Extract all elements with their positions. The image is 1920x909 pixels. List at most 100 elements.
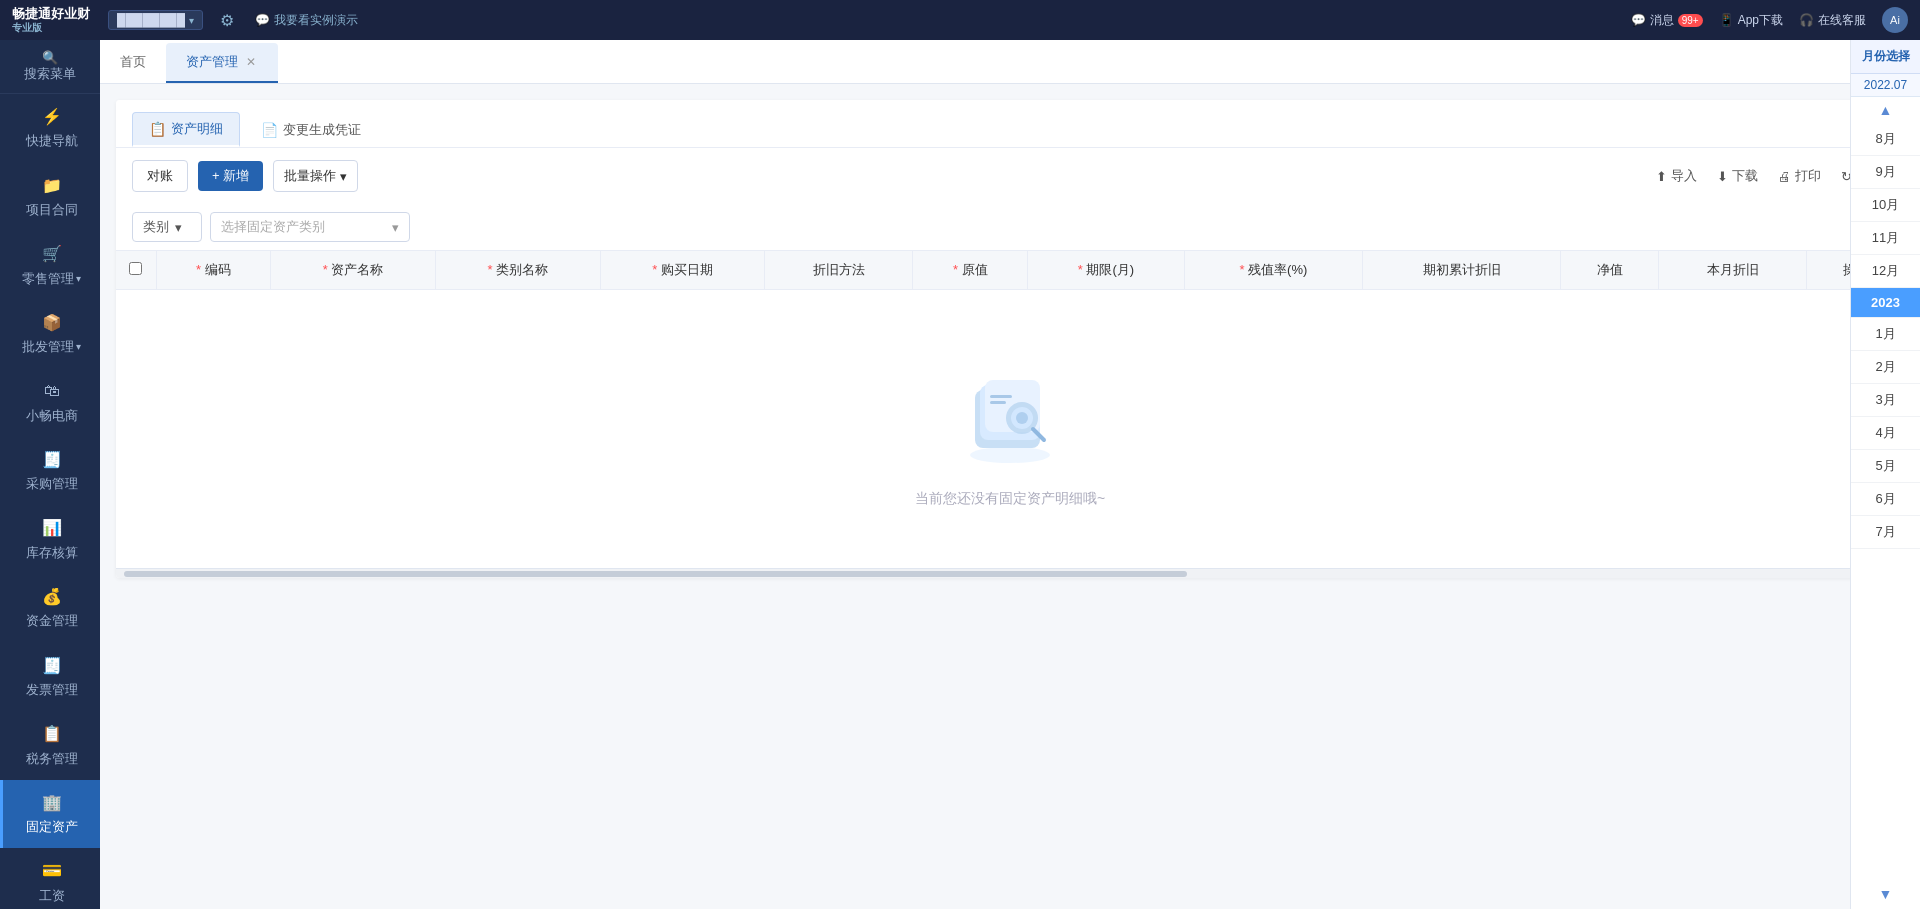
print-button[interactable]: 🖨 打印 <box>1772 163 1827 189</box>
app-logo: 畅捷通好业财 专业版 <box>12 6 90 34</box>
quick-nav-label: 快捷导航 <box>26 132 78 150</box>
main-layout: 🔍 搜索菜单 ⚡ 快捷导航 📁 项目合同 🛒 零售管理 ▾ 📦 批发管理 ▾ <box>0 40 1920 909</box>
month-item-10[interactable]: 10月 <box>1851 189 1920 222</box>
month-item-2023-1[interactable]: 1月 <box>1851 318 1920 351</box>
th-period: 期限(月) <box>1028 251 1184 290</box>
sidebar-item-assets[interactable]: 🏢 固定资产 <box>0 780 100 849</box>
sidebar-item-finance[interactable]: 💰 资金管理 <box>0 574 100 643</box>
invoice-icon: 🧾 <box>42 655 62 677</box>
tab-assets-label: 资产管理 <box>186 53 238 71</box>
category-input[interactable]: 选择固定资产类别 ▾ <box>210 212 410 242</box>
month-nav-up[interactable]: ▲ <box>1851 97 1920 123</box>
detail-tab-icon: 📋 <box>149 121 166 137</box>
empty-state: 当前您还没有固定资产明细哦~ <box>116 290 1904 568</box>
tab-assets-management[interactable]: 资产管理 ✕ <box>166 43 278 83</box>
th-monthly-depreciation: 本月折旧 <box>1659 251 1807 290</box>
month-item-12[interactable]: 12月 <box>1851 255 1920 288</box>
scrollbar-thumb[interactable] <box>124 571 1187 577</box>
app-download-icon: 📱 <box>1719 13 1734 27</box>
month-down-button[interactable]: ▼ <box>1851 883 1920 905</box>
select-all-th <box>116 251 156 290</box>
sidebar-item-tax[interactable]: 📋 税务管理 <box>0 711 100 780</box>
app-download-label: App下载 <box>1738 12 1783 29</box>
download-icon: ⬇ <box>1717 169 1728 184</box>
user-avatar[interactable]: Ai <box>1882 7 1908 33</box>
import-button[interactable]: ⬆ 导入 <box>1650 163 1703 189</box>
tax-icon: 📋 <box>42 723 62 745</box>
sidebar-item-label-invoice: 发票管理 <box>26 681 78 699</box>
svg-point-0 <box>970 447 1050 463</box>
app-download-button[interactable]: 📱 App下载 <box>1719 12 1783 29</box>
sidebar-item-label-ecommerce: 小畅电商 <box>26 407 78 425</box>
sidebar-item-quick-nav[interactable]: ⚡ 快捷导航 <box>0 94 100 163</box>
month-item-2023-4[interactable]: 4月 <box>1851 417 1920 450</box>
sub-tab-detail-label: 资产明细 <box>171 120 223 138</box>
sidebar-item-invoice[interactable]: 🧾 发票管理 <box>0 643 100 712</box>
messages-label: 消息 <box>1650 12 1674 29</box>
sidebar-item-label-tax: 税务管理 <box>26 750 78 768</box>
th-purchase-date: 购买日期 <box>600 251 765 290</box>
app-edition: 专业版 <box>12 22 90 34</box>
company-selector[interactable]: ████████ ▾ <box>108 10 203 30</box>
sidebar-item-salary[interactable]: 💳 工资 <box>0 848 100 909</box>
month-item-2023-7[interactable]: 7月 <box>1851 516 1920 549</box>
selected-year-display: 2022.07 <box>1864 78 1907 92</box>
sidebar-item-purchase[interactable]: 🧾 采购管理 <box>0 437 100 506</box>
topbar-right: 💬 消息 99+ 📱 App下载 🎧 在线客服 Ai <box>1631 7 1908 33</box>
tab-close-icon[interactable]: ✕ <box>244 54 258 70</box>
th-code: 编码 <box>156 251 271 290</box>
reconcile-button[interactable]: 对账 <box>132 160 188 192</box>
search-menu-button[interactable]: 🔍 搜索菜单 <box>0 40 100 94</box>
sidebar-item-inventory[interactable]: 📊 库存核算 <box>0 505 100 574</box>
month-item-2023-3[interactable]: 3月 <box>1851 384 1920 417</box>
month-panel: 月份选择 2022.07 ▲ 8月 9月 10月 11月 12月 2023 1月… <box>1850 40 1920 909</box>
voucher-tab-icon: 📄 <box>261 122 278 138</box>
category-type-arrow-icon: ▾ <box>175 220 182 235</box>
sidebar-item-wholesale[interactable]: 📦 批发管理 ▾ <box>0 300 100 369</box>
settings-icon[interactable]: ⚙ <box>213 6 241 34</box>
online-service-label: 在线客服 <box>1818 12 1866 29</box>
tab-home[interactable]: 首页 <box>100 43 166 83</box>
sidebar-item-project[interactable]: 📁 项目合同 <box>0 163 100 232</box>
inventory-icon: 📊 <box>42 517 62 539</box>
online-service-button[interactable]: 🎧 在线客服 <box>1799 12 1866 29</box>
month-item-2023-6[interactable]: 6月 <box>1851 483 1920 516</box>
th-net-value: 净值 <box>1561 251 1659 290</box>
ecommerce-icon: 🛍 <box>44 380 60 402</box>
assets-icon: 🏢 <box>42 792 62 814</box>
download-label: 下载 <box>1732 167 1758 185</box>
th-original-value: 原值 <box>913 251 1028 290</box>
demo-icon: 💬 <box>255 13 270 27</box>
retail-arrow-icon: ▾ <box>76 272 81 286</box>
month-up-button[interactable]: ▲ <box>1851 99 1920 121</box>
messages-button[interactable]: 💬 消息 99+ <box>1631 12 1703 29</box>
print-icon: 🖨 <box>1778 169 1791 184</box>
sidebar-item-label-project: 项目合同 <box>26 201 78 219</box>
month-item-2023-2[interactable]: 2月 <box>1851 351 1920 384</box>
batch-label: 批量操作 <box>284 167 336 185</box>
add-button[interactable]: + 新增 <box>198 161 263 191</box>
search-icon: 🔍 <box>8 50 92 65</box>
select-all-checkbox[interactable] <box>129 262 142 275</box>
category-type-select[interactable]: 类别 ▾ <box>132 212 202 242</box>
sidebar-item-retail[interactable]: 🛒 零售管理 ▾ <box>0 231 100 300</box>
filter-row: 类别 ▾ 选择固定资产类别 ▾ <box>116 204 1904 251</box>
month-panel-title: 月份选择 <box>1851 40 1920 74</box>
sidebar-item-label-inventory: 库存核算 <box>26 544 78 562</box>
month-item-9[interactable]: 9月 <box>1851 156 1920 189</box>
sub-tab-voucher[interactable]: 📄 变更生成凭证 <box>244 113 378 146</box>
month-item-8[interactable]: 8月 <box>1851 123 1920 156</box>
sub-tab-detail[interactable]: 📋 资产明细 <box>132 112 240 147</box>
demo-link[interactable]: 💬 我要看实例演示 <box>255 12 358 29</box>
month-item-2023-5[interactable]: 5月 <box>1851 450 1920 483</box>
quick-nav-icon: ⚡ <box>42 106 62 128</box>
sidebar-item-ecommerce[interactable]: 🛍 小畅电商 <box>0 368 100 437</box>
wholesale-icon: 📦 <box>42 312 62 334</box>
horizontal-scrollbar[interactable] <box>116 568 1904 578</box>
month-item-11[interactable]: 11月 <box>1851 222 1920 255</box>
download-button[interactable]: ⬇ 下载 <box>1711 163 1764 189</box>
main-card: 📋 资产明细 📄 变更生成凭证 对账 + 新增 <box>116 100 1904 578</box>
month-nav-down[interactable]: ▼ <box>1851 879 1920 909</box>
batch-button[interactable]: 批量操作 ▾ <box>273 160 358 192</box>
sidebar-item-label-wholesale: 批发管理 <box>22 338 74 356</box>
